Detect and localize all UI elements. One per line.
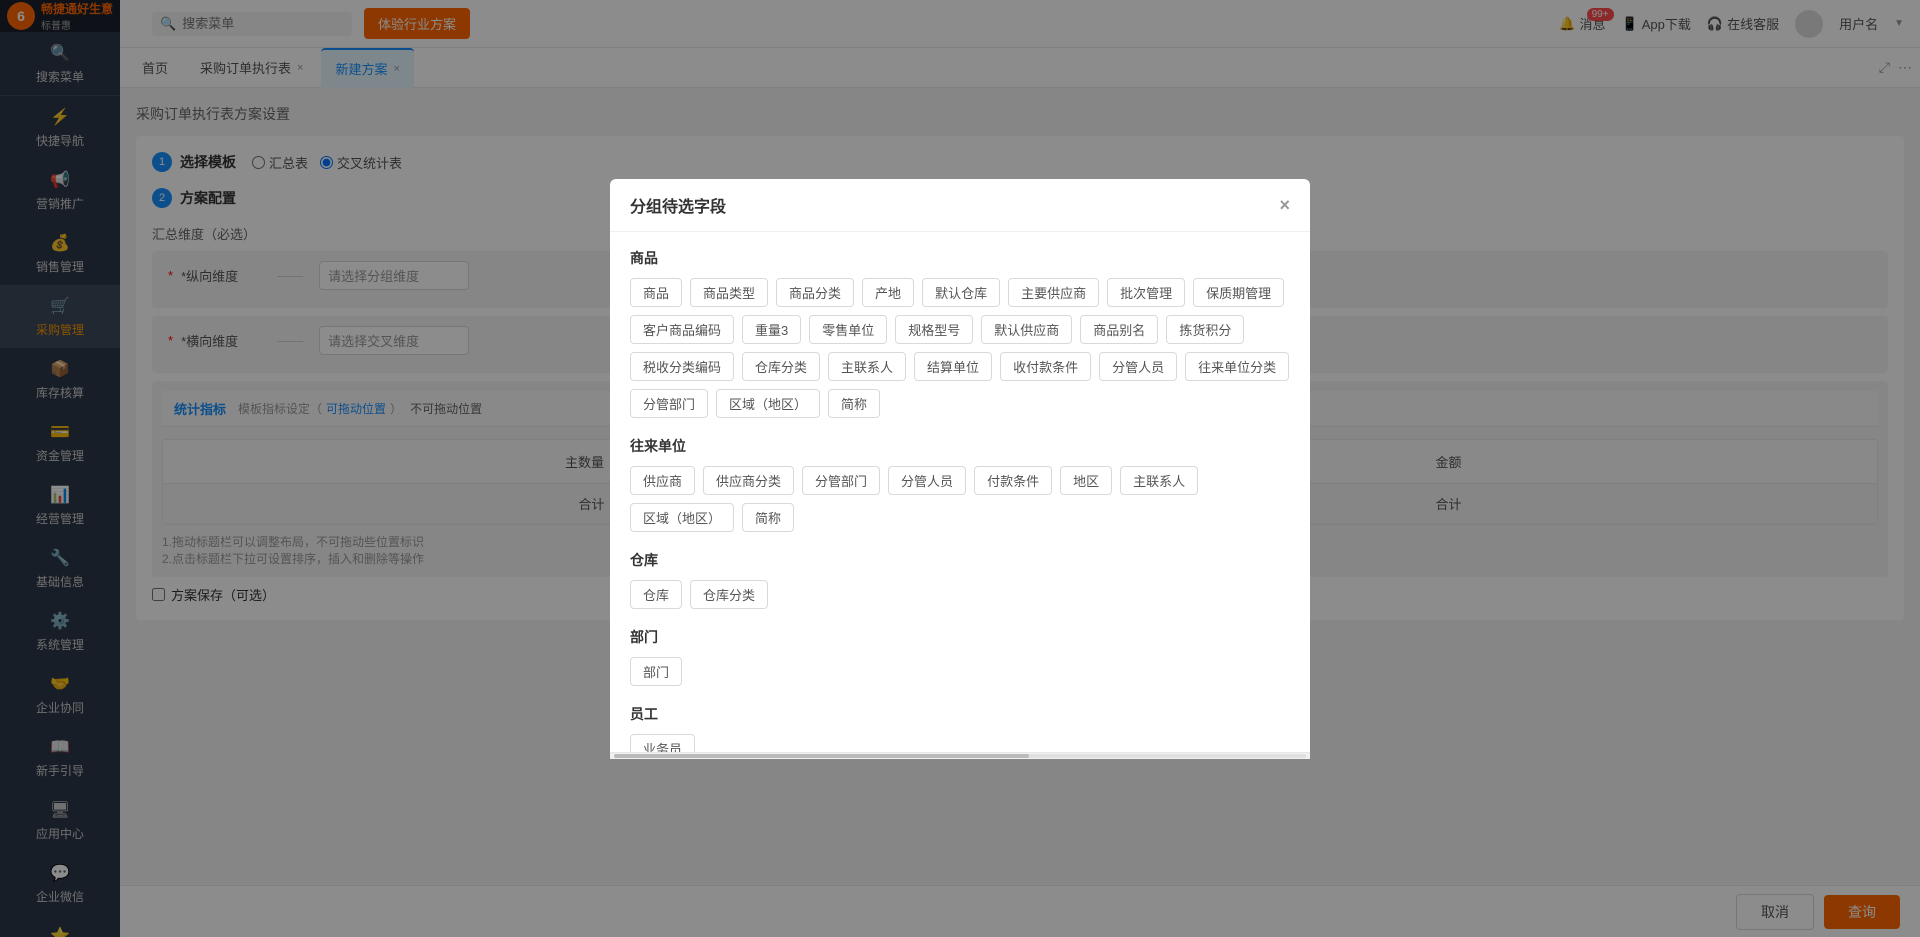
modal-overlay[interactable]: 分组待选字段 × 商品 商品 商品类型 商品分类 产地 默认仓库 主要供应商 批…	[0, 0, 1920, 937]
modal-title: 分组待选字段	[630, 193, 726, 217]
field-tag[interactable]: 默认供应商	[981, 315, 1072, 344]
field-tag[interactable]: 仓库	[630, 580, 682, 609]
modal-h-scrollbar[interactable]	[610, 752, 1310, 758]
field-tag[interactable]: 分管部门	[630, 389, 708, 418]
field-tag[interactable]: 零售单位	[809, 315, 887, 344]
field-tag[interactable]: 主联系人	[1120, 466, 1198, 495]
section-partner-tags: 供应商 供应商分类 分管部门 分管人员 付款条件 地区 主联系人 区域（地区） …	[630, 466, 1290, 532]
field-tag[interactable]: 主联系人	[828, 352, 906, 381]
field-tag[interactable]: 分管部门	[802, 466, 880, 495]
section-employee-tags: 业务员	[630, 734, 1290, 753]
field-tag[interactable]: 地区	[1060, 466, 1112, 495]
field-tag[interactable]: 保质期管理	[1193, 278, 1284, 307]
field-tag[interactable]: 客户商品编码	[630, 315, 734, 344]
field-tag[interactable]: 商品别名	[1080, 315, 1158, 344]
field-tag[interactable]: 主要供应商	[1008, 278, 1099, 307]
field-tag[interactable]: 供应商	[630, 466, 695, 495]
field-tag[interactable]: 重量3	[742, 315, 801, 344]
field-tag[interactable]: 简称	[742, 503, 794, 532]
field-tag[interactable]: 仓库分类	[742, 352, 820, 381]
field-tag[interactable]: 收付款条件	[1000, 352, 1091, 381]
field-tag[interactable]: 区域（地区）	[716, 389, 820, 418]
scrollbar-track	[614, 754, 1306, 758]
field-tag[interactable]: 拣货积分	[1166, 315, 1244, 344]
modal-close-button[interactable]: ×	[1279, 196, 1290, 214]
field-tag[interactable]: 商品类型	[690, 278, 768, 307]
field-tag[interactable]: 区域（地区）	[630, 503, 734, 532]
field-tag[interactable]: 默认仓库	[922, 278, 1000, 307]
section-goods-tags: 商品 商品类型 商品分类 产地 默认仓库 主要供应商 批次管理 保质期管理 客户…	[630, 278, 1290, 418]
section-warehouse-tags: 仓库 仓库分类	[630, 580, 1290, 609]
section-partner: 往来单位 供应商 供应商分类 分管部门 分管人员 付款条件 地区 主联系人 区域…	[630, 436, 1290, 532]
section-warehouse: 仓库 仓库 仓库分类	[630, 550, 1290, 609]
field-tag[interactable]: 分管人员	[1099, 352, 1177, 381]
field-tag[interactable]: 供应商分类	[703, 466, 794, 495]
field-selection-modal: 分组待选字段 × 商品 商品 商品类型 商品分类 产地 默认仓库 主要供应商 批…	[610, 179, 1310, 759]
field-tag[interactable]: 简称	[828, 389, 880, 418]
section-employee-title: 员工	[630, 704, 1290, 724]
field-tag[interactable]: 结算单位	[914, 352, 992, 381]
section-partner-title: 往来单位	[630, 436, 1290, 456]
modal-header: 分组待选字段 ×	[610, 179, 1310, 232]
field-tag[interactable]: 付款条件	[974, 466, 1052, 495]
field-tag[interactable]: 商品	[630, 278, 682, 307]
section-dept-title: 部门	[630, 627, 1290, 647]
field-tag[interactable]: 仓库分类	[690, 580, 768, 609]
section-dept-tags: 部门	[630, 657, 1290, 686]
modal-body: 商品 商品 商品类型 商品分类 产地 默认仓库 主要供应商 批次管理 保质期管理…	[610, 232, 1310, 753]
section-goods: 商品 商品 商品类型 商品分类 产地 默认仓库 主要供应商 批次管理 保质期管理…	[630, 248, 1290, 418]
field-tag[interactable]: 业务员	[630, 734, 695, 753]
field-tag[interactable]: 往来单位分类	[1185, 352, 1289, 381]
section-warehouse-title: 仓库	[630, 550, 1290, 570]
field-tag[interactable]: 部门	[630, 657, 682, 686]
field-tag[interactable]: 批次管理	[1107, 278, 1185, 307]
scrollbar-thumb	[614, 754, 1029, 758]
field-tag[interactable]: 税收分类编码	[630, 352, 734, 381]
field-tag[interactable]: 产地	[862, 278, 914, 307]
section-dept: 部门 部门	[630, 627, 1290, 686]
field-tag[interactable]: 规格型号	[895, 315, 973, 344]
field-tag[interactable]: 商品分类	[776, 278, 854, 307]
section-goods-title: 商品	[630, 248, 1290, 268]
field-tag[interactable]: 分管人员	[888, 466, 966, 495]
section-employee: 员工 业务员	[630, 704, 1290, 753]
